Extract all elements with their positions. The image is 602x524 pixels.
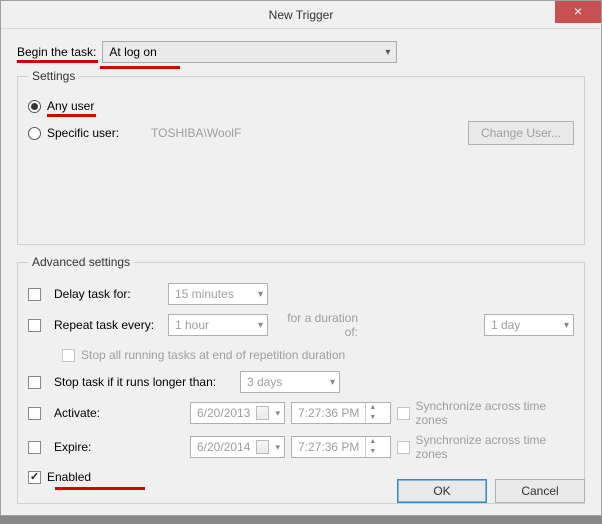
expire-time-value: 7:27:36 PM xyxy=(292,437,365,457)
repeat-task-checkbox[interactable] xyxy=(28,319,41,332)
advanced-settings-group: Advanced settings Delay task for: 15 min… xyxy=(17,255,585,504)
chevron-down-icon: ▾ xyxy=(258,320,263,331)
enabled-checkbox[interactable] xyxy=(28,471,41,484)
highlight-underline xyxy=(55,487,145,490)
close-button[interactable]: × xyxy=(555,1,601,23)
activate-time-value: 7:27:36 PM xyxy=(292,403,365,423)
highlight-underline xyxy=(100,66,180,69)
cancel-button[interactable]: Cancel xyxy=(495,479,585,503)
stop-if-label: Stop task if it runs longer than: xyxy=(54,375,234,389)
begin-task-selected: At log on xyxy=(109,45,156,59)
chevron-down-icon: ▾ xyxy=(330,377,335,388)
activate-label: Activate: xyxy=(54,406,184,420)
titlebar: New Trigger × xyxy=(1,1,601,29)
any-user-label: Any user xyxy=(47,99,94,113)
change-user-button[interactable]: Change User... xyxy=(468,121,574,145)
stop-if-combo[interactable]: 3 days ▾ xyxy=(240,371,340,393)
settings-group: Settings Any user Specific user: TOSHIBA… xyxy=(17,69,585,245)
settings-legend: Settings xyxy=(28,69,79,83)
expire-sync-label: Synchronize across time zones xyxy=(416,433,575,461)
stop-all-label: Stop all running tasks at end of repetit… xyxy=(81,348,345,362)
duration-combo[interactable]: 1 day ▾ xyxy=(484,314,574,336)
expire-sync-checkbox[interactable] xyxy=(397,441,410,454)
expire-date-value: 6/20/2014 xyxy=(197,440,250,454)
expire-label: Expire: xyxy=(54,440,184,454)
activate-sync-label: Synchronize across time zones xyxy=(416,399,575,427)
delay-task-label: Delay task for: xyxy=(54,287,162,301)
begin-task-select[interactable]: At log on ▾ xyxy=(102,41,397,63)
enabled-label: Enabled xyxy=(47,470,91,484)
stop-all-checkbox[interactable] xyxy=(62,349,75,362)
chevron-down-icon: ▾ xyxy=(564,320,569,331)
chevron-down-icon: ▾ xyxy=(275,408,280,419)
advanced-legend: Advanced settings xyxy=(28,255,134,269)
specific-user-label: Specific user: xyxy=(47,126,119,140)
activate-checkbox[interactable] xyxy=(28,407,41,420)
activate-date-picker[interactable]: 6/20/2013 ▾ xyxy=(190,402,285,424)
activate-date-value: 6/20/2013 xyxy=(197,406,250,420)
any-user-radio[interactable] xyxy=(28,100,41,113)
delay-task-combo[interactable]: 15 minutes ▾ xyxy=(168,283,268,305)
spinner-buttons[interactable]: ▲▼ xyxy=(365,437,379,457)
stop-if-checkbox[interactable] xyxy=(28,376,41,389)
repeat-task-label: Repeat task every: xyxy=(54,318,162,332)
begin-task-label: Begin the task: xyxy=(17,45,96,59)
duration-value: 1 day xyxy=(491,318,520,332)
expire-date-picker[interactable]: 6/20/2014 ▾ xyxy=(190,436,285,458)
calendar-icon xyxy=(256,440,269,454)
activate-sync-checkbox[interactable] xyxy=(397,407,410,420)
specific-user-value: TOSHIBA\WoolF xyxy=(151,126,241,140)
stop-if-value: 3 days xyxy=(247,375,282,389)
activate-time-spinner[interactable]: 7:27:36 PM ▲▼ xyxy=(291,402,391,424)
specific-user-radio[interactable] xyxy=(28,127,41,140)
repeat-task-value: 1 hour xyxy=(175,318,209,332)
dialog-footer: OK Cancel xyxy=(397,479,585,503)
dialog-content: Begin the task: At log on ▾ Settings Any… xyxy=(1,29,601,524)
window-title: New Trigger xyxy=(1,1,601,29)
delay-task-checkbox[interactable] xyxy=(28,288,41,301)
delay-task-value: 15 minutes xyxy=(175,287,234,301)
chevron-down-icon: ▾ xyxy=(275,442,280,453)
repeat-task-combo[interactable]: 1 hour ▾ xyxy=(168,314,268,336)
spinner-buttons[interactable]: ▲▼ xyxy=(365,403,379,423)
duration-label: for a duration of: xyxy=(274,311,362,339)
chevron-down-icon: ▾ xyxy=(385,47,390,58)
expire-checkbox[interactable] xyxy=(28,441,41,454)
expire-time-spinner[interactable]: 7:27:36 PM ▲▼ xyxy=(291,436,391,458)
calendar-icon xyxy=(256,406,269,420)
chevron-down-icon: ▾ xyxy=(258,289,263,300)
dialog-window: New Trigger × Begin the task: At log on … xyxy=(0,0,602,516)
ok-button[interactable]: OK xyxy=(397,479,487,503)
